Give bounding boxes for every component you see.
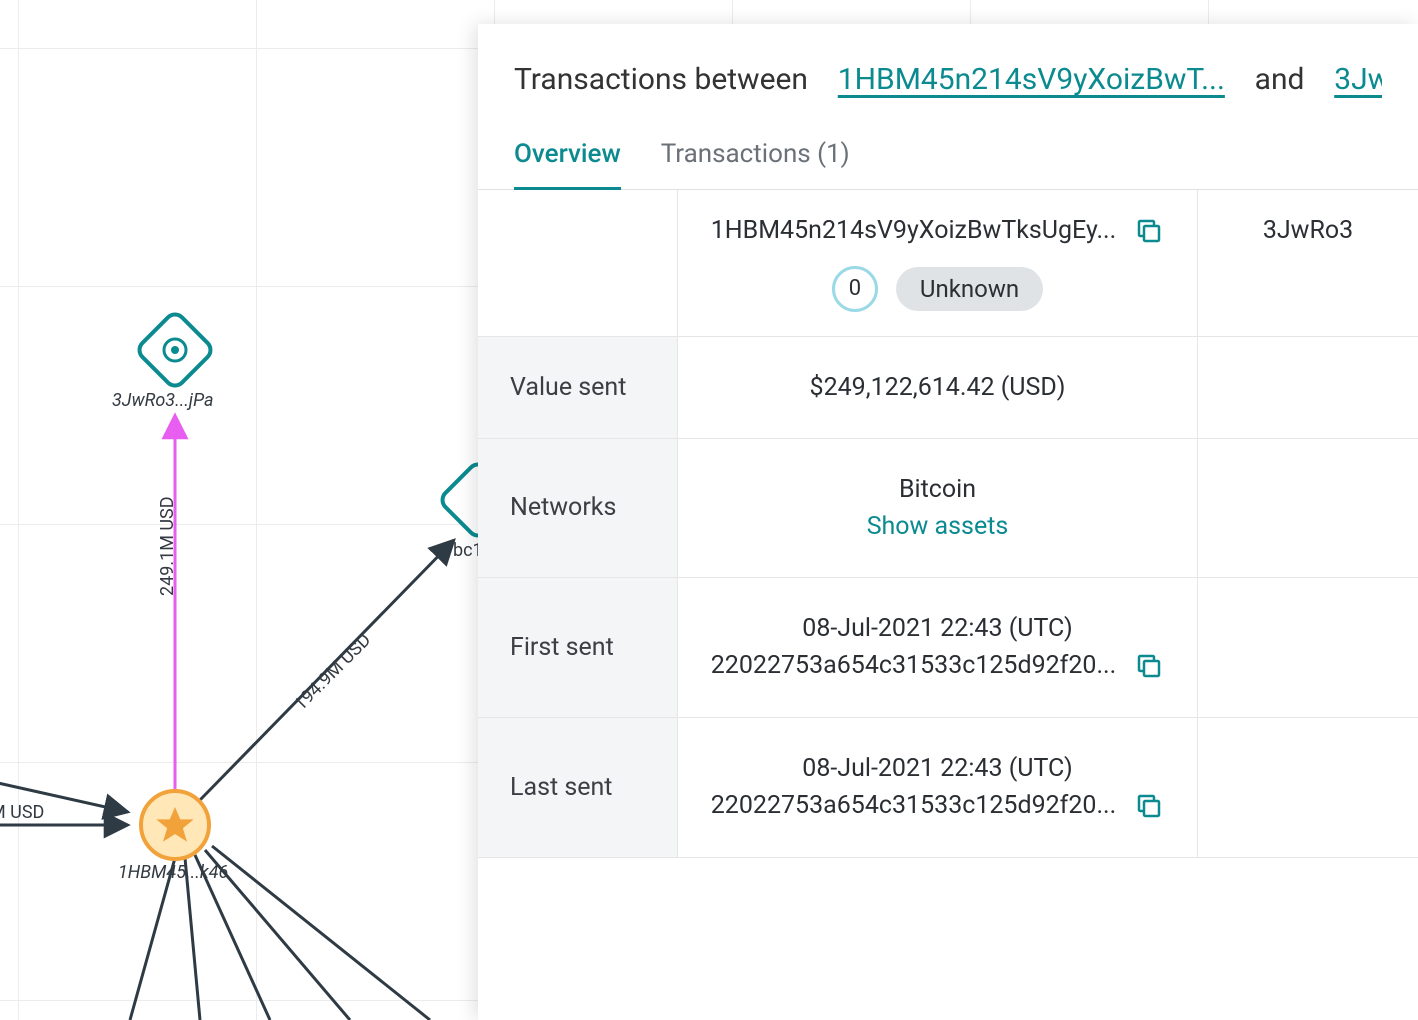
label-value-sent: Value sent bbox=[478, 337, 678, 438]
transaction-detail-panel: Transactions between 1HBM45n214sV9yXoizB… bbox=[478, 24, 1418, 1020]
graph-edge-label-diag: 194.9M USD bbox=[290, 630, 375, 715]
row-first-sent: First sent 08-Jul-2021 22:43 (UTC) 22022… bbox=[478, 578, 1418, 718]
title-and: and bbox=[1255, 62, 1305, 97]
copy-icon[interactable] bbox=[1134, 791, 1164, 821]
last-sent-cell: 08-Jul-2021 22:43 (UTC) 22022753a654c315… bbox=[678, 718, 1198, 857]
graph-node-label-center: 1HBM45...k46 bbox=[118, 862, 228, 883]
tab-transactions[interactable]: Transactions (1) bbox=[661, 139, 850, 191]
title-prefix: Transactions between bbox=[514, 62, 808, 97]
last-sent-cell-b bbox=[1198, 718, 1418, 857]
address-a-cell: 1HBM45n214sV9yXoizBwTksUgEy... 0 Unknown bbox=[678, 190, 1198, 336]
panel-header: Transactions between 1HBM45n214sV9yXoizB… bbox=[478, 24, 1418, 191]
networks-cell-b bbox=[1198, 439, 1418, 577]
label-networks: Networks bbox=[478, 439, 678, 577]
copy-icon[interactable] bbox=[1134, 651, 1164, 681]
row-value-sent: Value sent $249,122,614.42 (USD) bbox=[478, 337, 1418, 439]
address-b-text: 3JwRo3 bbox=[1263, 216, 1353, 245]
blank-label-cell bbox=[478, 190, 678, 336]
show-assets-link[interactable]: Show assets bbox=[867, 512, 1009, 541]
row-networks: Networks Bitcoin Show assets bbox=[478, 439, 1418, 578]
graph-edge-label-magenta: 249.1M USD bbox=[157, 496, 178, 596]
last-sent-time: 08-Jul-2021 22:43 (UTC) bbox=[802, 754, 1072, 783]
title-address-b-link[interactable]: 3JwR bbox=[1334, 62, 1382, 97]
last-sent-hash: 22022753a654c31533c125d92f20... bbox=[711, 791, 1117, 820]
first-sent-hash: 22022753a654c31533c125d92f20... bbox=[711, 651, 1117, 680]
networks-value: Bitcoin bbox=[899, 475, 976, 504]
label-first-sent: First sent bbox=[478, 578, 678, 717]
graph-edge-label-left: M USD bbox=[0, 802, 44, 823]
address-a-text: 1HBM45n214sV9yXoizBwTksUgEy... bbox=[711, 216, 1117, 245]
panel-title: Transactions between 1HBM45n214sV9yXoizB… bbox=[514, 60, 1382, 101]
address-a-count-badge: 0 bbox=[832, 266, 878, 312]
value-sent-cell: $249,122,614.42 (USD) bbox=[678, 337, 1198, 438]
first-sent-time: 08-Jul-2021 22:43 (UTC) bbox=[802, 614, 1072, 643]
copy-icon[interactable] bbox=[1134, 216, 1164, 246]
first-sent-cell: 08-Jul-2021 22:43 (UTC) 22022753a654c315… bbox=[678, 578, 1198, 717]
value-sent-cell-b bbox=[1198, 337, 1418, 438]
address-columns-row: 1HBM45n214sV9yXoizBwTksUgEy... 0 Unknown… bbox=[478, 190, 1418, 337]
networks-cell: Bitcoin Show assets bbox=[678, 439, 1198, 577]
graph-node-label-top: 3JwRo3...jPa bbox=[112, 390, 214, 411]
address-b-cell: 3JwRo3 bbox=[1198, 190, 1418, 336]
label-last-sent: Last sent bbox=[478, 718, 678, 857]
first-sent-cell-b bbox=[1198, 578, 1418, 717]
panel-tabs: Overview Transactions (1) bbox=[514, 139, 1382, 191]
address-a-entity-chip[interactable]: Unknown bbox=[896, 267, 1043, 311]
title-address-a-link[interactable]: 1HBM45n214sV9yXoizBwT... bbox=[838, 62, 1225, 97]
row-last-sent: Last sent 08-Jul-2021 22:43 (UTC) 220227… bbox=[478, 718, 1418, 858]
value-sent-amount: $249,122,614.42 (USD) bbox=[810, 373, 1066, 402]
tab-overview[interactable]: Overview bbox=[514, 139, 621, 191]
